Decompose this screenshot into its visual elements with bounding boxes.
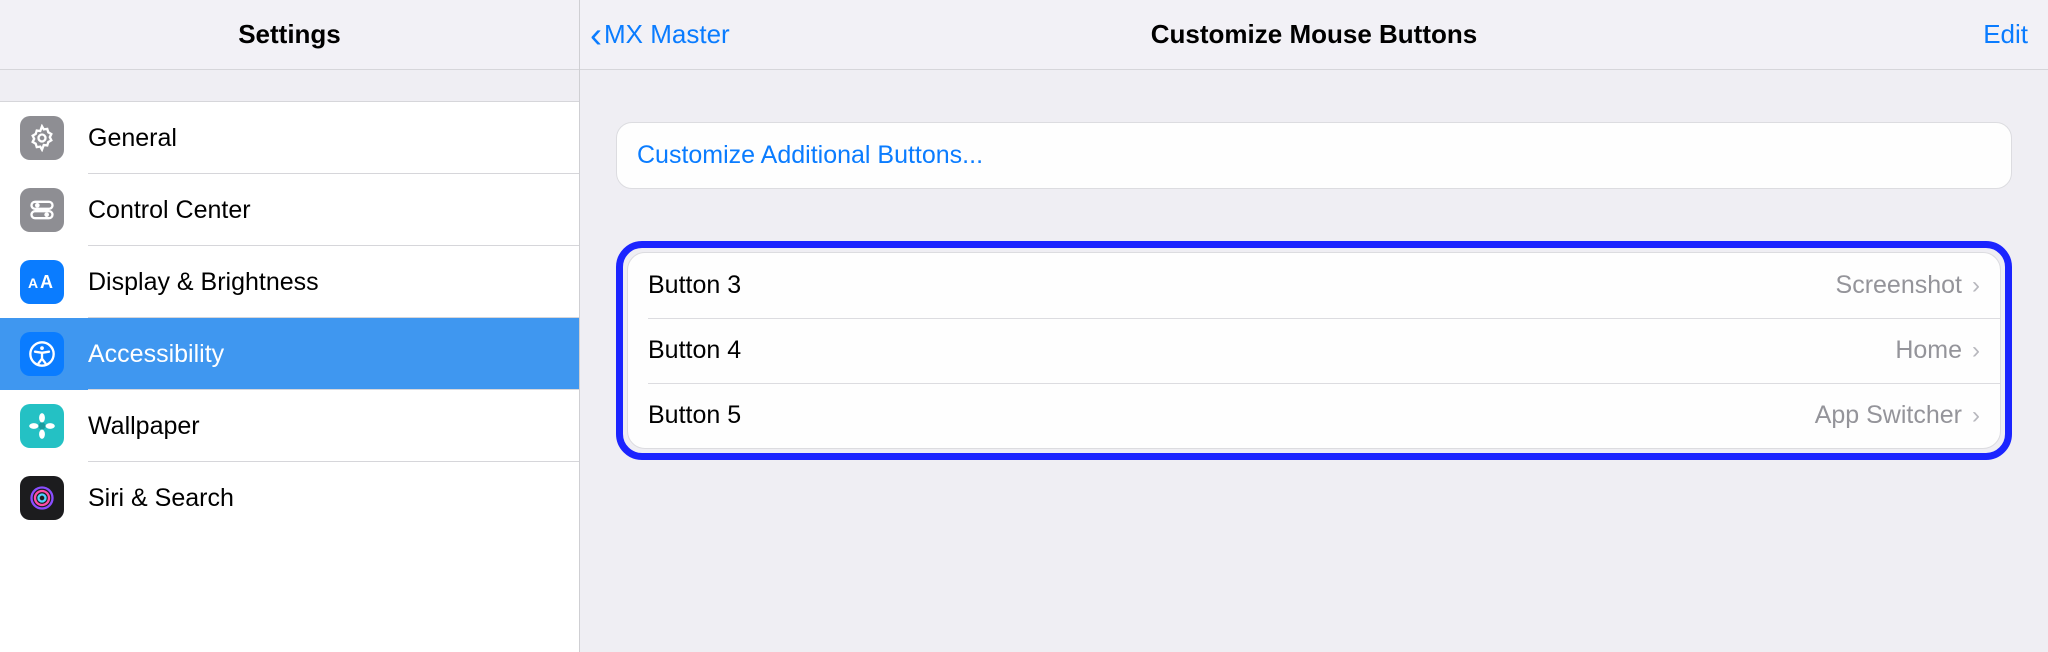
chevron-right-icon: › [1972,272,1980,300]
sidebar-item-control-center[interactable]: Control Center [0,174,579,246]
sidebar-item-display-brightness[interactable]: A A Display & Brightness [0,246,579,318]
chevron-left-icon: ‹ [590,17,602,53]
gear-icon [20,116,64,160]
detail-nav-bar: ‹ MX Master Customize Mouse Buttons Edit [580,0,2048,70]
button-mapping-row[interactable]: Button 4 Home › [628,318,2000,383]
accessibility-icon [20,332,64,376]
page-title: Customize Mouse Buttons [580,19,2048,50]
nav-back-label: MX Master [604,19,730,50]
sidebar-title: Settings [0,0,579,70]
chevron-right-icon: › [1972,337,1980,365]
sidebar-item-general[interactable]: General [0,102,579,174]
customize-additional-buttons[interactable]: Customize Additional Buttons... [617,123,2011,188]
button-value-text: Home [1895,336,1962,365]
nav-back-button[interactable]: ‹ MX Master [590,17,730,53]
button-mapping-row[interactable]: Button 5 App Switcher › [628,383,2000,448]
button-value-text: App Switcher [1815,401,1962,430]
button-name: Button 3 [648,271,741,300]
button-name: Button 5 [648,401,741,430]
sidebar-item-accessibility[interactable]: Accessibility [0,318,579,390]
sidebar-item-label: Wallpaper [88,412,200,441]
button-value-text: Screenshot [1836,271,1962,300]
sidebar-item-label: General [88,124,177,153]
sidebar-item-siri-search[interactable]: Siri & Search [0,462,579,534]
nav-edit-button[interactable]: Edit [1983,19,2028,50]
svg-text:A: A [28,275,38,291]
flower-icon [20,404,64,448]
sidebar-item-label: Siri & Search [88,484,234,513]
sidebar-item-label: Control Center [88,196,251,225]
toggles-icon [20,188,64,232]
button-value: App Switcher › [1815,401,1980,430]
highlighted-group: Button 3 Screenshot › Button 4 Home › [616,241,2012,460]
detail-body: Customize Additional Buttons... Button 3… [580,70,2048,460]
button-name: Button 4 [648,336,741,365]
chevron-right-icon: › [1972,402,1980,430]
siri-icon [20,476,64,520]
button-value: Home › [1895,336,1980,365]
detail-pane: ‹ MX Master Customize Mouse Buttons Edit… [580,0,2048,652]
button-value: Screenshot › [1836,271,1980,300]
customize-group: Customize Additional Buttons... [616,122,2012,189]
button-mapping-group: Button 3 Screenshot › Button 4 Home › [627,252,2001,449]
customize-label: Customize Additional Buttons... [637,141,983,170]
sidebar-item-label: Display & Brightness [88,268,319,297]
sidebar-item-label: Accessibility [88,340,224,369]
button-mapping-row[interactable]: Button 3 Screenshot › [628,253,2000,318]
sidebar-list: General Control Center [0,102,579,652]
sidebar-spacer [0,70,579,102]
settings-sidebar: Settings General [0,0,580,652]
display-icon: A A [20,260,64,304]
sidebar-item-wallpaper[interactable]: Wallpaper [0,390,579,462]
svg-text:A: A [40,272,53,292]
